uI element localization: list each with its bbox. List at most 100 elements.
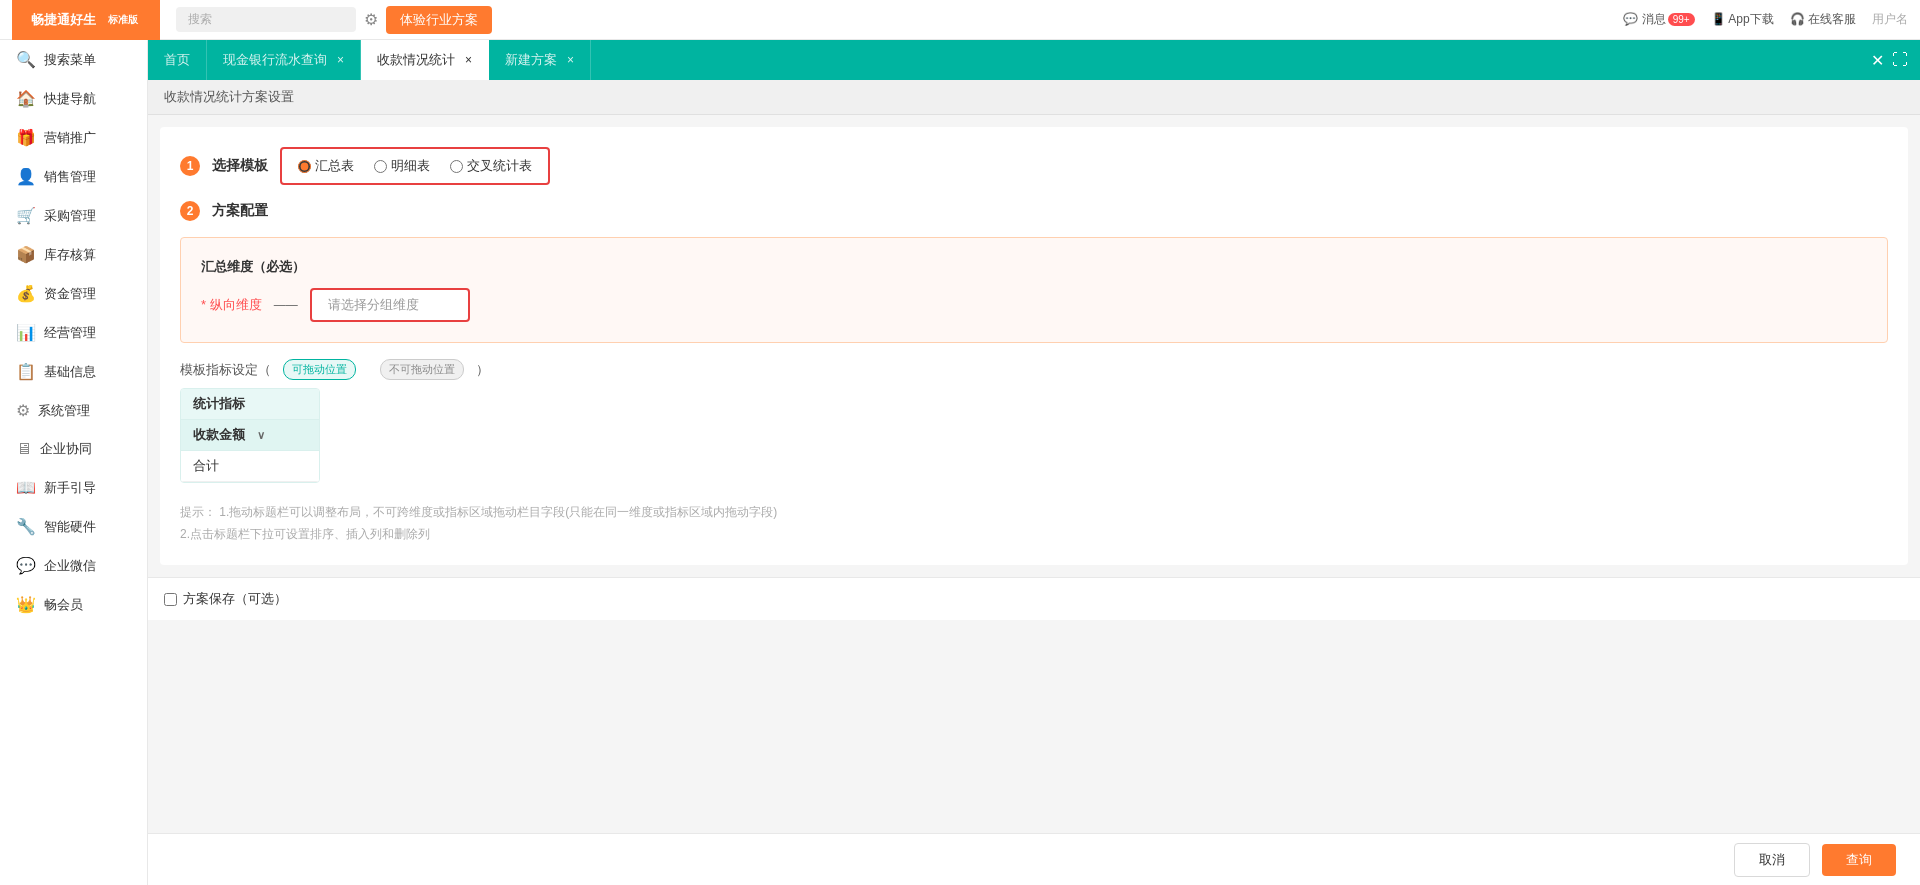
sidebar-item-search-menu[interactable]: 🔍 搜索菜单 [0,40,147,79]
search-placeholder-text: 搜索 [188,12,212,26]
message-badge: 99+ [1668,13,1695,26]
sidebar-item-smart-hardware[interactable]: 🔧 智能硬件 [0,507,147,546]
sidebar-item-system[interactable]: ⚙ 系统管理 [0,391,147,430]
radio-detail-input[interactable] [374,160,387,173]
step1-number: 1 [180,156,200,176]
tab-controls: ✕ ⛶ [1859,51,1920,70]
sidebar-item-basic-info[interactable]: 📋 基础信息 [0,352,147,391]
service-icon[interactable]: 🎧 在线客服 [1790,11,1856,28]
save-plan-label: 方案保存（可选） [183,590,287,608]
sidebar-label-operations: 经营管理 [44,324,96,342]
system-icon: ⚙ [16,401,30,420]
sidebar-item-marketing[interactable]: 🎁 营销推广 [0,118,147,157]
step2-number: 2 [180,201,200,221]
tab-home[interactable]: 首页 [148,40,207,80]
sidebar-item-purchase[interactable]: 🛒 采购管理 [0,196,147,235]
settings-icon[interactable]: ⚙ [364,10,378,29]
sidebar-item-sales[interactable]: 👤 销售管理 [0,157,147,196]
sidebar-label-basic-info: 基础信息 [44,363,96,381]
query-button[interactable]: 查询 [1822,844,1896,876]
sales-icon: 👤 [16,167,36,186]
page-header: 收款情况统计方案设置 [148,80,1920,115]
main-section-card: 1 选择模板 汇总表 明细表 交叉统计表 [160,127,1908,565]
radio-cross-label: 交叉统计表 [467,157,532,175]
download-icon[interactable]: 📱 App下载 [1711,11,1774,28]
cancel-button[interactable]: 取消 [1734,843,1810,877]
stats-column-header[interactable]: 收款金额 ∨ [181,420,319,451]
user-avatar[interactable]: 用户名 [1872,11,1908,28]
sidebar-label-marketing: 营销推广 [44,129,96,147]
sidebar-label-newbie: 新手引导 [44,479,96,497]
tab-payment-stats-close[interactable]: × [465,53,472,67]
vertical-dimension-label: * 纵向维度 [201,296,262,314]
content-area: 首页 现金银行流水查询 × 收款情况统计 × 新建方案 × ✕ ⛶ [148,40,1920,885]
sidebar-label-system: 系统管理 [38,402,90,420]
main-layout: 🔍 搜索菜单 🏠 快捷导航 🎁 营销推广 👤 销售管理 🛒 采购管理 📦 库存核… [0,40,1920,885]
stats-table-header: 统计指标 [181,389,319,420]
brand-logo: 畅捷通好生 标准版 [12,0,160,40]
bottom-section: 方案保存（可选） [148,577,1920,620]
radio-summary-input[interactable] [298,160,311,173]
sidebar-label-sales: 销售管理 [44,168,96,186]
tab-cashflow-label: 现金银行流水查询 [223,51,327,69]
newbie-icon: 📖 [16,478,36,497]
sidebar-label-smart-hardware: 智能硬件 [44,518,96,536]
tab-cashflow-close[interactable]: × [337,53,344,67]
brand-tag: 标准版 [104,12,142,28]
sidebar-label-purchase: 采购管理 [44,207,96,225]
footer-bar: 取消 查询 [148,833,1920,885]
hint-section: 提示： 1.拖动标题栏可以调整布局，不可跨维度或指标区域拖动栏目字段(只能在同一… [180,502,1888,545]
sidebar-item-member[interactable]: 👑 畅会员 [0,585,147,624]
tab-new-plan-close[interactable]: × [567,53,574,67]
enterprise-collab-icon: 🖥 [16,440,32,458]
tab-new-plan-label: 新建方案 [505,51,557,69]
save-plan-checkbox-row[interactable]: 方案保存（可选） [164,590,287,608]
step2-section: 2 方案配置 汇总维度（必选） * 纵向维度 —— 请选择分组维度 [180,201,1888,545]
tab-payment-stats[interactable]: 收款情况统计 × [361,40,489,80]
group-dimension-select[interactable]: 请选择分组维度 [310,288,470,322]
tab-close-btn[interactable]: ✕ [1871,51,1884,70]
step2-row: 2 方案配置 [180,201,1888,221]
operations-icon: 📊 [16,323,36,342]
sidebar-label-inventory: 库存核算 [44,246,96,264]
purchase-icon: 🛒 [16,206,36,225]
quick-nav-icon: 🏠 [16,89,36,108]
search-menu-icon: 🔍 [16,50,36,69]
radio-summary-label: 汇总表 [315,157,354,175]
sidebar-label-member: 畅会员 [44,596,83,614]
message-icon[interactable]: 💬 消息99+ [1623,11,1694,28]
radio-detail-label: 明细表 [391,157,430,175]
dimension-box: 汇总维度（必选） * 纵向维度 —— 请选择分组维度 [180,237,1888,343]
non-draggable-tag: 不可拖动位置 [380,359,464,380]
sidebar-item-quick-nav[interactable]: 🏠 快捷导航 [0,79,147,118]
smart-hardware-icon: 🔧 [16,517,36,536]
tab-payment-stats-label: 收款情况统计 [377,51,455,69]
step1-label: 选择模板 [212,157,268,175]
indicators-label-text: 模板指标设定（ [180,361,271,379]
dimension-row: * 纵向维度 —— 请选择分组维度 [201,288,1867,322]
step1-row: 1 选择模板 汇总表 明细表 交叉统计表 [180,147,1888,185]
arrow-indicator: —— [274,298,298,312]
hint-1: 提示： 1.拖动标题栏可以调整布局，不可跨维度或指标区域拖动栏目字段(只能在同一… [180,502,1888,524]
tab-cashflow[interactable]: 现金银行流水查询 × [207,40,361,80]
sidebar-item-inventory[interactable]: 📦 库存核算 [0,235,147,274]
industry-btn[interactable]: 体验行业方案 [386,6,492,34]
save-plan-checkbox[interactable] [164,593,177,606]
radio-cross[interactable]: 交叉统计表 [450,157,532,175]
sidebar-item-operations[interactable]: 📊 经营管理 [0,313,147,352]
search-area: 搜索 [176,7,356,32]
step2-label: 方案配置 [212,202,268,220]
stats-table: 统计指标 收款金额 ∨ 合计 [180,388,320,483]
sidebar-item-enterprise-collab[interactable]: 🖥 企业协同 [0,430,147,468]
radio-cross-input[interactable] [450,160,463,173]
sidebar-item-finance[interactable]: 💰 资金管理 [0,274,147,313]
stats-column-label: 收款金额 [193,426,245,444]
sidebar-item-enterprise-wechat[interactable]: 💬 企业微信 [0,546,147,585]
sidebar-item-newbie[interactable]: 📖 新手引导 [0,468,147,507]
inventory-icon: 📦 [16,245,36,264]
tab-new-plan[interactable]: 新建方案 × [489,40,591,80]
tab-expand-btn[interactable]: ⛶ [1892,51,1908,69]
radio-summary[interactable]: 汇总表 [298,157,354,175]
sidebar-label-quick-nav: 快捷导航 [44,90,96,108]
radio-detail[interactable]: 明细表 [374,157,430,175]
